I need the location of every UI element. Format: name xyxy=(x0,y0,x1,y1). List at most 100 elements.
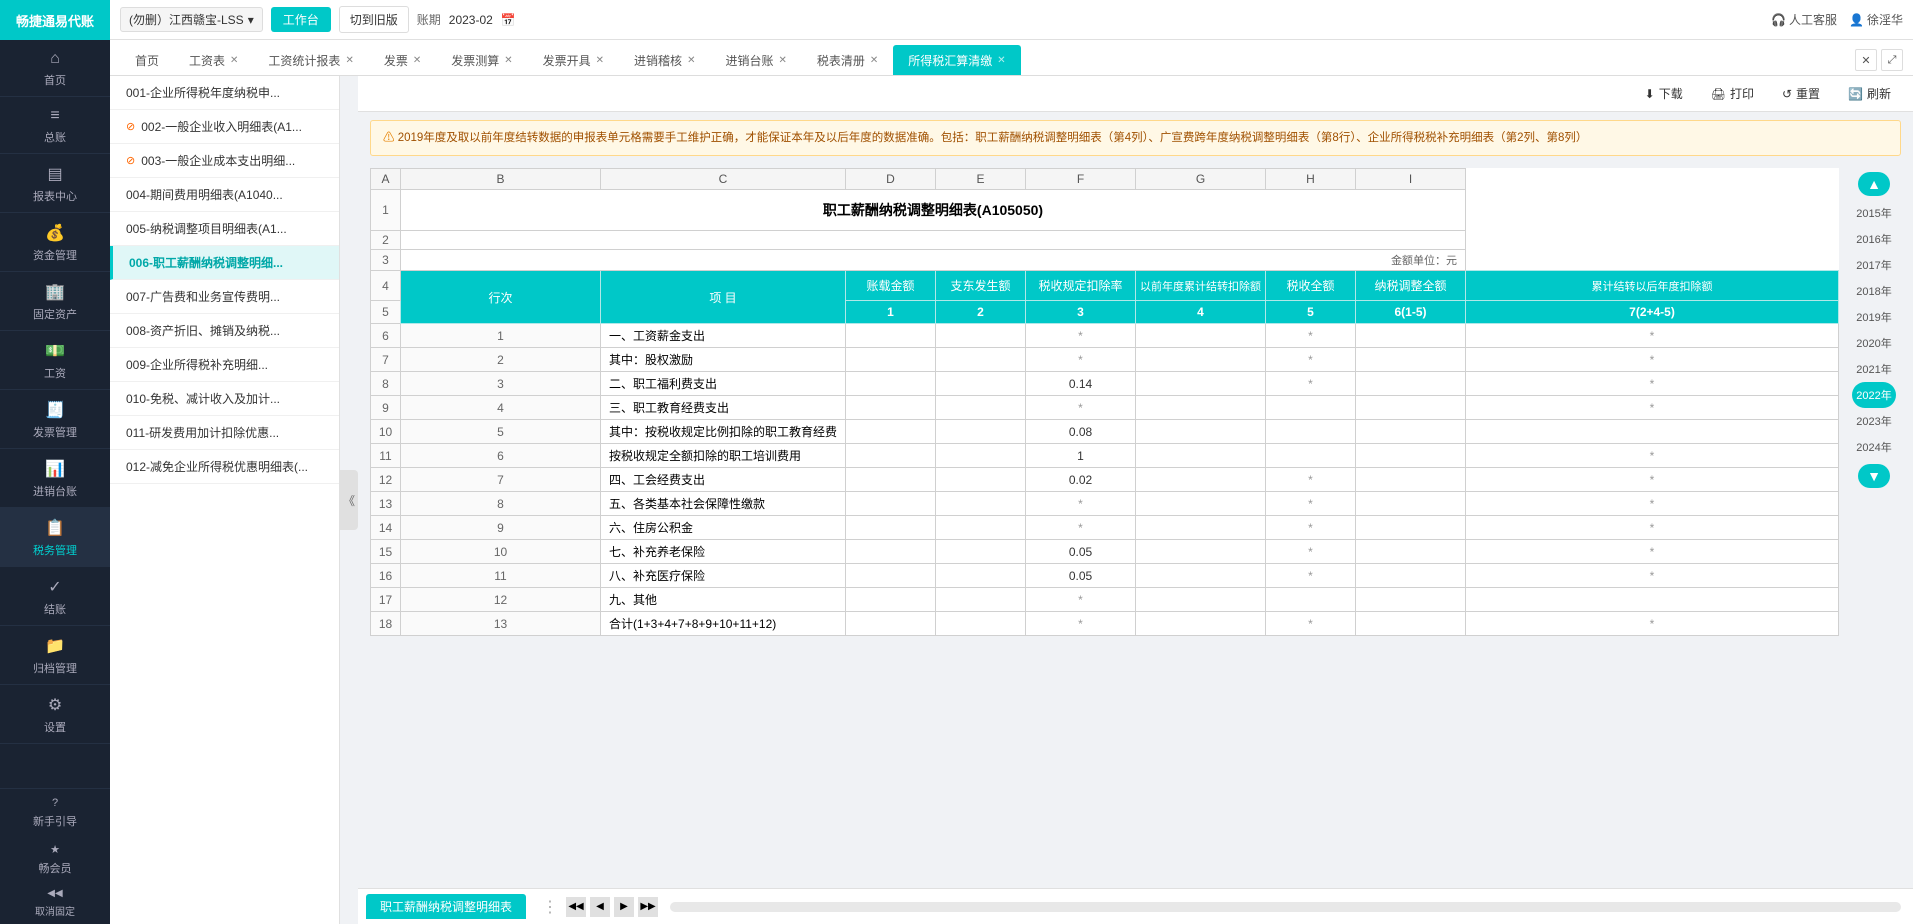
scroll-next-button[interactable]: ▶ xyxy=(614,897,634,917)
sidebar-item-closing[interactable]: ✓ 结账 xyxy=(0,567,110,626)
cell-g[interactable]: * xyxy=(1266,612,1356,636)
left-panel-item-004[interactable]: 004-期间费用明细表(A1040... xyxy=(110,178,339,212)
cell-f[interactable] xyxy=(1136,612,1266,636)
cell-h[interactable] xyxy=(1356,516,1466,540)
tab-invoice[interactable]: 发票 ✕ xyxy=(369,45,436,75)
cell-h[interactable] xyxy=(1356,420,1466,444)
cell-h[interactable] xyxy=(1356,540,1466,564)
tab-check-close[interactable]: ✕ xyxy=(687,55,695,66)
cell-h[interactable] xyxy=(1356,588,1466,612)
cell-c[interactable] xyxy=(846,612,936,636)
tab-salary-stats[interactable]: 工资统计报表 ✕ xyxy=(253,45,368,75)
left-panel-item-006[interactable]: 006-职工薪酬纳税调整明细... xyxy=(110,246,339,280)
cell-i[interactable]: * xyxy=(1466,540,1839,564)
download-button[interactable]: ⬇ 下载 xyxy=(1639,82,1689,105)
tab-salary-close[interactable]: ✕ xyxy=(230,55,238,66)
left-panel-item-008[interactable]: 008-资产折旧、摊销及纳税... xyxy=(110,314,339,348)
sidebar-item-home[interactable]: ⌂ 首页 xyxy=(0,40,110,97)
cell-e[interactable]: 0.14 xyxy=(1026,372,1136,396)
cell-i[interactable]: * xyxy=(1466,492,1839,516)
cell-h[interactable] xyxy=(1356,396,1466,420)
cell-f[interactable] xyxy=(1136,564,1266,588)
left-panel-item-007[interactable]: 007-广告费和业务宣传费明... xyxy=(110,280,339,314)
sidebar-item-invoice-mgmt[interactable]: 🧾 发票管理 xyxy=(0,390,110,449)
cell-i[interactable]: * xyxy=(1466,468,1839,492)
cell-h[interactable] xyxy=(1356,468,1466,492)
cell-e[interactable]: * xyxy=(1026,348,1136,372)
cell-h[interactable] xyxy=(1356,612,1466,636)
cell-g[interactable] xyxy=(1266,420,1356,444)
left-panel-item-001[interactable]: 001-企业所得税年度纳税申... xyxy=(110,76,339,110)
cell-f[interactable] xyxy=(1136,444,1266,468)
cell-i[interactable]: * xyxy=(1466,348,1839,372)
cell-g[interactable]: * xyxy=(1266,468,1356,492)
sidebar-item-sales-ledger[interactable]: 📊 进销台账 xyxy=(0,449,110,508)
cell-d[interactable] xyxy=(936,372,1026,396)
sidebar-item-ledger[interactable]: ≡ 总账 xyxy=(0,97,110,154)
reset-button[interactable]: ↺ 重置 xyxy=(1776,82,1826,105)
tab-invoice-close[interactable]: ✕ xyxy=(413,55,421,66)
tab-invoice-calc[interactable]: 发票测算 ✕ xyxy=(436,45,527,75)
cell-e[interactable]: * xyxy=(1026,516,1136,540)
calendar-icon[interactable]: 📅 xyxy=(501,13,516,27)
cell-i[interactable]: * xyxy=(1466,396,1839,420)
cell-i[interactable] xyxy=(1466,588,1839,612)
cell-f[interactable] xyxy=(1136,396,1266,420)
sidebar-item-guide[interactable]: ? 新手引导 xyxy=(0,789,110,835)
sidebar-item-salary[interactable]: 💵 工资 xyxy=(0,331,110,390)
cell-g[interactable]: * xyxy=(1266,564,1356,588)
cell-g[interactable] xyxy=(1266,444,1356,468)
year-up-button[interactable]: ▲ xyxy=(1858,172,1890,196)
sidebar-item-member[interactable]: ★ 畅会员 xyxy=(0,835,110,882)
scroll-right-button[interactable]: ▶▶ xyxy=(638,897,658,917)
tab-invoice-calc-close[interactable]: ✕ xyxy=(504,55,512,66)
cell-c[interactable] xyxy=(846,516,936,540)
tab-tax-book-close[interactable]: ✕ xyxy=(870,55,878,66)
cell-c[interactable] xyxy=(846,372,936,396)
cell-c[interactable] xyxy=(846,588,936,612)
cell-h[interactable] xyxy=(1356,444,1466,468)
cell-f[interactable] xyxy=(1136,468,1266,492)
cell-c[interactable] xyxy=(846,324,936,348)
tab-check[interactable]: 进销稽核 ✕ xyxy=(619,45,710,75)
print-button[interactable]: 🖨 打印 xyxy=(1705,82,1760,105)
sidebar-item-assets[interactable]: 🏢 固定资产 xyxy=(0,272,110,331)
left-panel-item-009[interactable]: 009-企业所得税补充明细... xyxy=(110,348,339,382)
cell-c[interactable] xyxy=(846,540,936,564)
cell-d[interactable] xyxy=(936,540,1026,564)
cell-e[interactable]: 0.02 xyxy=(1026,468,1136,492)
cell-g[interactable] xyxy=(1266,588,1356,612)
cell-d[interactable] xyxy=(936,612,1026,636)
tab-salary-stats-close[interactable]: ✕ xyxy=(345,55,353,66)
cell-c[interactable] xyxy=(846,420,936,444)
tab-salary[interactable]: 工资表 ✕ xyxy=(174,45,253,75)
cell-d[interactable] xyxy=(936,468,1026,492)
sidebar-item-reports[interactable]: ▤ 报表中心 xyxy=(0,154,110,213)
tab-income-tax-close[interactable]: ✕ xyxy=(997,55,1005,66)
tab-invoice-open-close[interactable]: ✕ xyxy=(596,55,604,66)
collapse-panel-button[interactable]: 《 xyxy=(340,470,358,530)
cell-g[interactable] xyxy=(1266,396,1356,420)
left-panel-item-003[interactable]: ⊘ 003-一般企业成本支出明细... xyxy=(110,144,339,178)
cell-g[interactable]: * xyxy=(1266,516,1356,540)
cell-f[interactable] xyxy=(1136,588,1266,612)
cell-f[interactable] xyxy=(1136,420,1266,444)
sidebar-item-settings[interactable]: ⚙ 设置 xyxy=(0,685,110,744)
year-item[interactable]: 2022年 xyxy=(1852,382,1896,408)
tab-home[interactable]: 首页 xyxy=(120,45,174,75)
left-panel-item-010[interactable]: 010-免税、减计收入及加计... xyxy=(110,382,339,416)
cell-g[interactable]: * xyxy=(1266,540,1356,564)
year-item[interactable]: 2015年 xyxy=(1852,200,1896,226)
sidebar-item-tax[interactable]: 📋 税务管理 xyxy=(0,508,110,567)
cell-i[interactable] xyxy=(1466,420,1839,444)
cell-g[interactable]: * xyxy=(1266,348,1356,372)
tab-tax-book[interactable]: 税表清册 ✕ xyxy=(802,45,893,75)
cell-e[interactable]: * xyxy=(1026,612,1136,636)
tab-invoice-open[interactable]: 发票开具 ✕ xyxy=(528,45,619,75)
cell-e[interactable]: * xyxy=(1026,396,1136,420)
cell-f[interactable] xyxy=(1136,324,1266,348)
year-item[interactable]: 2017年 xyxy=(1852,252,1896,278)
cell-c[interactable] xyxy=(846,348,936,372)
cell-e[interactable]: * xyxy=(1026,324,1136,348)
cell-e[interactable]: 0.08 xyxy=(1026,420,1136,444)
